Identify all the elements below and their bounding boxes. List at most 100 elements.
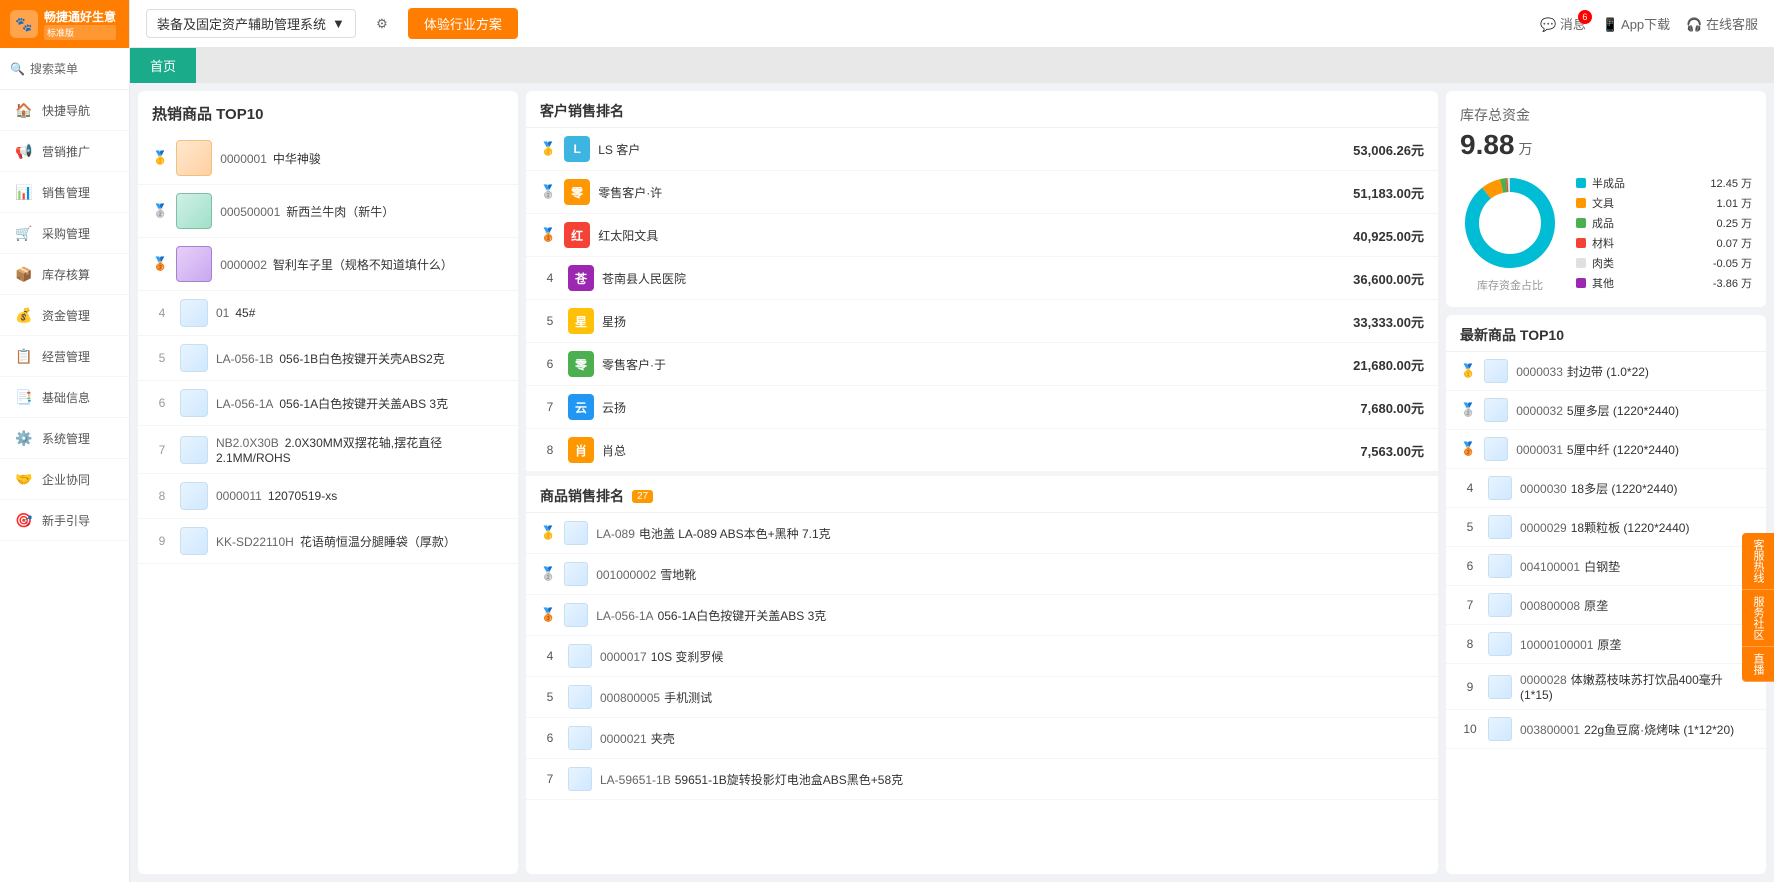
sidebar-item-basic-info[interactable]: 📑 基础信息	[0, 377, 129, 418]
product-info: 0000001中华神骏	[220, 150, 504, 167]
settings-icon[interactable]: ⚙	[368, 10, 396, 38]
rank-num: 5	[540, 690, 560, 704]
shortcuts-icon: 🏠	[14, 100, 34, 120]
product-info: 000001112070519-xs	[216, 489, 504, 503]
legend-item: 肉类 -0.05 万	[1576, 255, 1752, 271]
sidebar-item-inventory[interactable]: 📦 库存核算	[0, 254, 129, 295]
logo-text: 畅捷通好生意 标准版	[44, 8, 116, 40]
rank-num: 5	[540, 314, 560, 328]
sidebar-search-area[interactable]: 🔍 搜索菜单	[0, 48, 129, 90]
rank-num: 4	[152, 306, 172, 320]
product-info: 0000021夹壳	[600, 730, 1424, 747]
community-button[interactable]: 服务社区	[1742, 590, 1774, 647]
product-info: LA-056-1B056-1B白色按键开关壳ABS2克	[216, 350, 504, 367]
messages-button[interactable]: 💬 消息 6	[1540, 14, 1586, 33]
product-thumbnail	[1488, 554, 1512, 578]
product-thumbnail	[568, 685, 592, 709]
product-info: LA-59651-1B59651-1B旋转投影灯电池盒ABS黑色+58克	[600, 771, 1424, 788]
list-item: 6 LA-056-1A056-1A白色按键开关盖ABS 3克	[138, 381, 518, 426]
product-sales-rank-list: 🥇 LA-089电池盖 LA-089 ABS本色+黑种 7.1克 🥈 00100…	[526, 513, 1438, 800]
legend-item: 半成品 12.45 万	[1576, 175, 1752, 191]
sales-icon: 📊	[14, 182, 34, 202]
product-thumbnail	[1484, 359, 1508, 383]
list-item: 7 LA-59651-1B59651-1B旋转投影灯电池盒ABS黑色+58克	[526, 759, 1438, 800]
rank-medal: 🥇	[540, 141, 556, 157]
customer-avatar: 红	[564, 222, 590, 248]
list-item: 8 10000100001原垄	[1446, 625, 1766, 664]
list-item: 🥈 零 零售客户·许 51,183.00元	[526, 171, 1438, 214]
donut-chart-container: 库存资金占比 半成品 12.45 万 文具 1.01 万	[1460, 173, 1752, 293]
inventory-icon: 📦	[14, 264, 34, 284]
sidebar-item-marketing[interactable]: 📢 营销推广	[0, 131, 129, 172]
sidebar-item-system[interactable]: ⚙️ 系统管理	[0, 418, 129, 459]
product-thumbnail	[180, 389, 208, 417]
basic-info-icon: 📑	[14, 387, 34, 407]
topbar: 装备及固定资产辅助管理系统 ▼ ⚙ 体验行业方案 💬 消息 6 📱 App下载 …	[130, 0, 1774, 48]
rank-medal: 🥇	[152, 150, 168, 166]
app-download-button[interactable]: 📱 App下载	[1602, 14, 1670, 33]
rank-medal: 🥉	[540, 227, 556, 243]
float-buttons: 客服热线 服务社区 直播	[1742, 533, 1774, 682]
product-thumbnail	[1484, 437, 1508, 461]
main-area: 装备及固定资产辅助管理系统 ▼ ⚙ 体验行业方案 💬 消息 6 📱 App下载 …	[130, 0, 1774, 882]
sidebar-item-finance[interactable]: 💰 资金管理	[0, 295, 129, 336]
product-thumbnail	[1488, 593, 1512, 617]
legend-item: 文具 1.01 万	[1576, 195, 1752, 211]
tab-home[interactable]: 首页	[130, 48, 196, 83]
list-item: 🥇 LA-089电池盖 LA-089 ABS本色+黑种 7.1克	[526, 513, 1438, 554]
product-thumbnail	[180, 527, 208, 555]
rank-num: 7	[152, 443, 172, 457]
product-info: 00380000122g鱼豆腐·烧烤味 (1*12*20)	[1520, 721, 1752, 738]
live-button[interactable]: 直播	[1742, 647, 1774, 682]
customer-service-button[interactable]: 客服热线	[1742, 533, 1774, 590]
product-thumbnail	[1484, 398, 1508, 422]
donut-chart	[1460, 173, 1560, 273]
legend-item: 材料 0.07 万	[1576, 235, 1752, 251]
list-item: 🥇 0000033封边带 (1.0*22)	[1446, 352, 1766, 391]
online-service-button[interactable]: 🎧 在线客服	[1686, 14, 1758, 33]
legend-item: 其他 -3.86 万	[1576, 275, 1752, 291]
product-thumbnail	[180, 344, 208, 372]
product-info: 10000100001原垄	[1520, 636, 1752, 653]
list-item: 10 00380000122g鱼豆腐·烧烤味 (1*12*20)	[1446, 710, 1766, 749]
product-thumbnail	[1488, 476, 1512, 500]
product-info: 001000002雪地靴	[596, 566, 1424, 583]
rank-medal: 🥈	[540, 566, 556, 582]
logo-icon: 🐾	[10, 10, 38, 38]
sidebar-item-collaboration[interactable]: 🤝 企业协同	[0, 459, 129, 500]
product-thumbnail	[180, 299, 208, 327]
list-item: 8 肖 肖总 7,563.00元	[526, 429, 1438, 472]
product-info: KK-SD22110H花语萌恒温分腿睡袋（厚款）	[216, 533, 504, 550]
sidebar-item-shortcuts[interactable]: 🏠 快捷导航	[0, 90, 129, 131]
rank-num: 5	[152, 351, 172, 365]
legend-color-dot	[1576, 218, 1586, 228]
rank-num: 8	[1460, 637, 1480, 651]
sidebar-item-purchase[interactable]: 🛒 采购管理	[0, 213, 129, 254]
system-selector[interactable]: 装备及固定资产辅助管理系统 ▼	[146, 9, 356, 38]
sidebar-item-operations[interactable]: 📋 经营管理	[0, 336, 129, 377]
sidebar-item-guide[interactable]: 🎯 新手引导	[0, 500, 129, 541]
list-item: 5 星 星扬 33,333.00元	[526, 300, 1438, 343]
rank-medal: 🥉	[1460, 441, 1476, 457]
sidebar-item-sales[interactable]: 📊 销售管理	[0, 172, 129, 213]
customer-avatar: L	[564, 136, 590, 162]
list-item: 🥈 00000325厘多层 (1220*2440)	[1446, 391, 1766, 430]
list-item: 8 000001112070519-xs	[138, 474, 518, 519]
headset-icon: 🎧	[1686, 17, 1706, 32]
product-info: 000800005手机测试	[600, 689, 1424, 706]
product-thumbnail	[180, 436, 208, 464]
rank-num: 5	[1460, 520, 1480, 534]
legend-color-dot	[1576, 238, 1586, 248]
search-menu-button[interactable]: 🔍 搜索菜单	[10, 56, 119, 81]
rank-num: 6	[540, 731, 560, 745]
product-info: 000003018多层 (1220*2440)	[1520, 480, 1752, 497]
product-thumbnail	[564, 603, 588, 627]
marketing-icon: 📢	[14, 141, 34, 161]
list-item: 9 0000028体嫩荔枝味苏打饮品400毫升 (1*15)	[1446, 664, 1766, 710]
product-thumbnail	[180, 482, 208, 510]
rank-num: 4	[540, 649, 560, 663]
collaboration-icon: 🤝	[14, 469, 34, 489]
trial-button[interactable]: 体验行业方案	[408, 8, 518, 39]
system-icon: ⚙️	[14, 428, 34, 448]
rank-num: 7	[540, 400, 560, 414]
